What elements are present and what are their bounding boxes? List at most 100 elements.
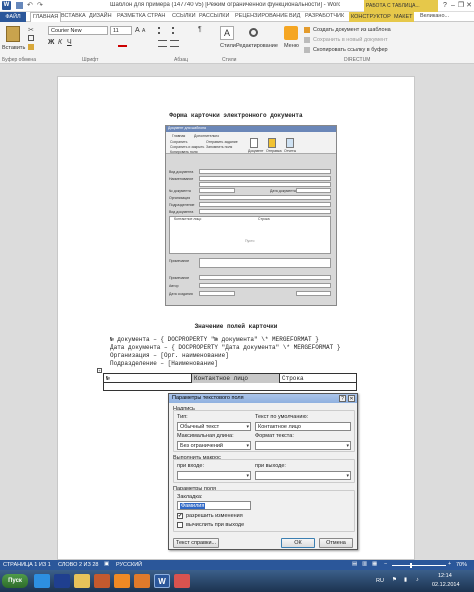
read-mode-icon[interactable]: ▤: [352, 561, 357, 567]
status-bar: СТРАНИЦА 1 ИЗ 1 СЛОВО 2 ИЗ 28 ▣ РУССКИЙ …: [0, 560, 474, 570]
menu-label[interactable]: Меню: [284, 43, 299, 49]
save-quick-icon[interactable]: [16, 2, 23, 9]
cancel-button[interactable]: Отмена: [319, 538, 353, 548]
tab-insert[interactable]: ВСТАВКА: [61, 13, 86, 19]
field-line-department[interactable]: Подразделение – [Наименование]: [110, 360, 218, 367]
folder-icon[interactable]: [74, 574, 90, 588]
field-line-number[interactable]: № документа – { DOCPROPERTY "№ документа…: [110, 336, 319, 343]
tray-flag-icon[interactable]: ⚑: [392, 577, 397, 583]
tab-view[interactable]: ВИД: [289, 13, 300, 19]
allow-changes-checkbox[interactable]: ✔: [177, 513, 183, 519]
directum-icon[interactable]: [114, 574, 130, 588]
tray-language[interactable]: RU: [376, 578, 384, 584]
calc-on-exit-label[interactable]: вычислить при выходе: [186, 522, 244, 528]
tab-developer[interactable]: РАЗРАБОТЧИК: [305, 13, 344, 19]
italic-icon[interactable]: К: [58, 39, 62, 46]
numbering-icon[interactable]: [172, 27, 182, 34]
directum-save[interactable]: Сохранить в новый документ: [313, 37, 388, 43]
app-icon[interactable]: [174, 574, 190, 588]
tab-table-layout[interactable]: МАКЕТ: [392, 12, 415, 22]
cut-icon[interactable]: ✂: [28, 26, 34, 34]
paste-icon[interactable]: [6, 26, 20, 42]
close-button[interactable]: ✕: [464, 1, 474, 11]
word-taskbar-icon[interactable]: W: [154, 574, 170, 588]
tray-time[interactable]: 12:14: [438, 573, 452, 579]
bullets-icon[interactable]: [158, 27, 168, 34]
max-length-select[interactable]: Без ограничений ▾: [177, 441, 251, 450]
grow-font-icon[interactable]: A: [135, 27, 140, 34]
table-move-handle[interactable]: +: [97, 368, 102, 373]
directum-copy-icon[interactable]: [304, 47, 310, 53]
underline-icon[interactable]: Ч: [67, 39, 72, 46]
align-left-icon[interactable]: [158, 40, 167, 47]
shrink-font-icon[interactable]: A: [142, 28, 145, 34]
print-layout-icon[interactable]: ▥: [362, 561, 367, 567]
ok-button[interactable]: ОК: [281, 538, 315, 548]
tab-mailings[interactable]: РАССЫЛКИ: [199, 13, 229, 19]
align-center-icon[interactable]: [170, 40, 179, 47]
status-words[interactable]: СЛОВО 2 ИЗ 28: [58, 562, 98, 568]
calc-on-exit-checkbox[interactable]: [177, 522, 183, 528]
tab-layout[interactable]: РАЗМЕТКА СТРАН: [117, 13, 165, 19]
format-painter-icon[interactable]: [28, 44, 34, 50]
zoom-in-icon[interactable]: +: [448, 561, 451, 567]
font-name-box[interactable]: Courier New: [48, 26, 108, 35]
outlook-icon[interactable]: [134, 574, 150, 588]
tab-file[interactable]: ФАЙЛ: [0, 12, 26, 22]
tray-date[interactable]: 02.12.2014: [432, 582, 460, 588]
dialog-close-button[interactable]: ✕: [348, 395, 355, 402]
directum-save-icon[interactable]: [304, 37, 310, 43]
zoom-out-icon[interactable]: −: [384, 561, 387, 567]
directum-create[interactable]: Создать документ из шаблона: [313, 27, 391, 33]
tray-network-icon[interactable]: ▮: [404, 577, 407, 583]
allow-changes-label[interactable]: разрешить изменения: [186, 513, 243, 519]
table-row[interactable]: № Контактное лицо Строка: [104, 374, 356, 383]
font-size-box[interactable]: 11: [110, 26, 132, 35]
pilcrow-icon[interactable]: ¶: [198, 26, 202, 33]
directum-create-icon[interactable]: [304, 27, 310, 33]
web-layout-icon[interactable]: ▦: [372, 561, 377, 567]
table-cell-number[interactable]: №: [104, 374, 192, 383]
default-text-input[interactable]: Контактное лицо: [255, 422, 351, 431]
text-format-select[interactable]: ▾: [255, 441, 351, 450]
media-icon[interactable]: [94, 574, 110, 588]
zoom-level[interactable]: 70%: [456, 562, 467, 568]
proofing-icon[interactable]: ▣: [104, 561, 109, 567]
tab-references[interactable]: ССЫЛКИ: [172, 13, 196, 19]
zoom-slider-thumb[interactable]: [410, 563, 412, 568]
document-table[interactable]: № Контактное лицо Строка: [103, 373, 357, 391]
bookmark-input[interactable]: Фамилия: [177, 501, 251, 510]
tray-volume-icon[interactable]: ♪: [416, 577, 419, 583]
search-icon[interactable]: [249, 28, 258, 37]
font-color-icon[interactable]: [118, 40, 127, 47]
type-select[interactable]: Обычный текст ▾: [177, 422, 251, 431]
user-name[interactable]: Великано...: [420, 13, 449, 19]
zoom-slider[interactable]: [392, 565, 446, 566]
start-button[interactable]: Пуск: [2, 574, 28, 588]
field-line-organization[interactable]: Организация – [Орг. наименование]: [110, 352, 229, 359]
redo-icon[interactable]: ↷: [37, 1, 43, 9]
tab-home[interactable]: ГЛАВНАЯ: [30, 12, 62, 22]
dialog-help-button[interactable]: ?: [339, 395, 346, 402]
editing-label[interactable]: Редактирование: [236, 43, 278, 49]
table-cell-contact[interactable]: Контактное лицо: [192, 374, 280, 383]
directum-copy[interactable]: Скопировать ссылку в буфер: [313, 47, 388, 53]
on-exit-select[interactable]: ▾: [255, 471, 351, 480]
status-language[interactable]: РУССКИЙ: [116, 562, 142, 568]
on-enter-label: при входе:: [177, 463, 204, 469]
field-line-date[interactable]: Дата документа – { DOCPROPERTY "Дата док…: [110, 344, 340, 351]
table-cell-string[interactable]: Строка: [280, 374, 356, 383]
tab-table-design[interactable]: КОНСТРУКТОР: [349, 12, 393, 22]
tab-review[interactable]: РЕЦЕНЗИРОВАНИЕ: [235, 13, 288, 19]
on-enter-select[interactable]: ▾: [177, 471, 251, 480]
powershell-icon[interactable]: [54, 574, 70, 588]
menu-icon[interactable]: [284, 26, 298, 40]
bold-icon[interactable]: Ж: [48, 39, 54, 46]
undo-icon[interactable]: ↶: [27, 1, 33, 9]
tab-design[interactable]: ДИЗАЙН: [89, 13, 112, 19]
ie-icon[interactable]: [34, 574, 50, 588]
styles-icon[interactable]: A: [220, 26, 234, 40]
help-text-button[interactable]: Текст справки...: [173, 538, 219, 548]
copy-icon[interactable]: [28, 35, 34, 41]
status-page[interactable]: СТРАНИЦА 1 ИЗ 1: [3, 562, 51, 568]
